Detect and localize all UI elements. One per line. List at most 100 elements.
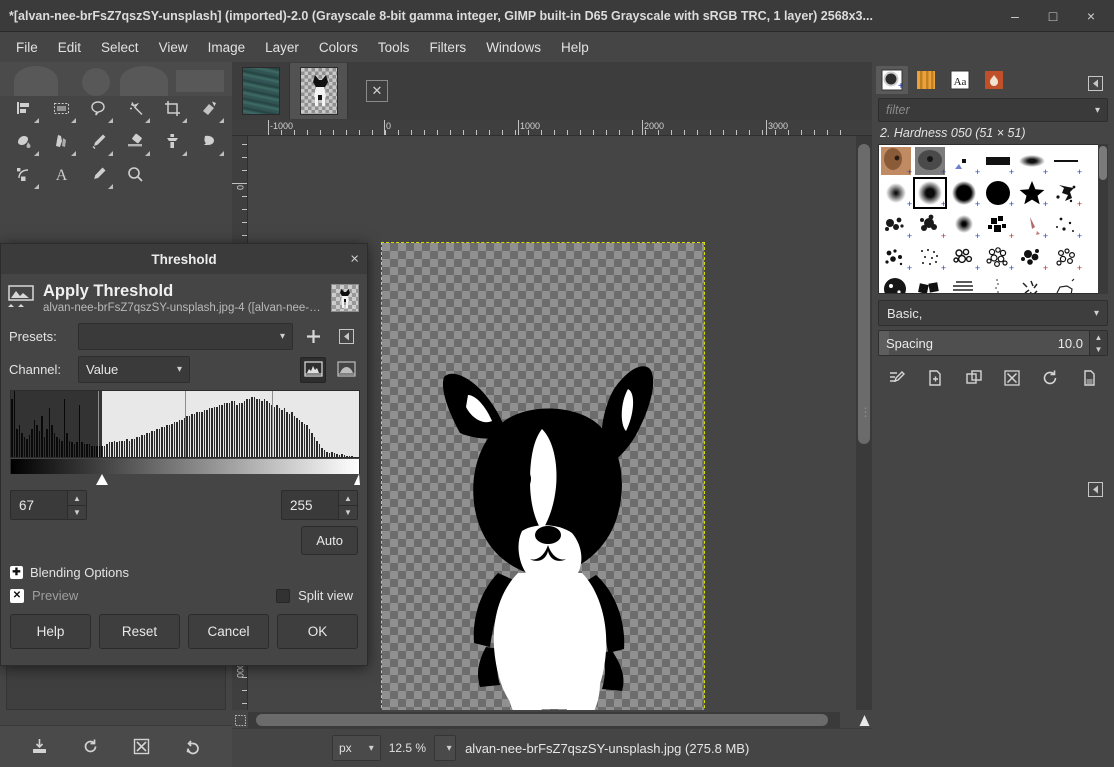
dock-menu-button[interactable] [1082, 70, 1108, 96]
canvas-image[interactable] [381, 242, 705, 710]
paths-tool[interactable] [6, 158, 43, 191]
menu-windows[interactable]: Windows [476, 36, 551, 59]
minimize-button[interactable]: – [996, 1, 1034, 31]
stepper-up-icon[interactable]: ▲ [68, 491, 86, 506]
transform-tool[interactable] [191, 92, 228, 125]
threshold-low-marker[interactable] [95, 474, 108, 486]
threshold-high-stepper[interactable]: ▲ ▼ [338, 491, 357, 520]
menu-layer[interactable]: Layer [255, 36, 309, 59]
dock-drag-handle[interactable]: ⋮ [860, 400, 872, 424]
menu-image[interactable]: Image [198, 36, 256, 59]
presets-selector[interactable]: ▾ [78, 323, 293, 351]
brush-spacing-slider[interactable]: Spacing 10.0 ▲ ▼ [878, 330, 1108, 356]
brush-cell[interactable]: + [879, 241, 913, 273]
spacing-stepper[interactable]: ▲ ▼ [1089, 331, 1107, 355]
brush-cell[interactable]: + [1049, 177, 1083, 209]
eraser-tool[interactable] [117, 125, 154, 158]
stepper-down-icon[interactable]: ▼ [339, 505, 357, 520]
edit-brush-button[interactable] [884, 365, 910, 391]
help-button[interactable]: Help [10, 614, 91, 650]
brush-cell[interactable] [947, 273, 981, 293]
dodge-burn-tool[interactable] [191, 125, 228, 158]
brush-cell[interactable]: + [947, 177, 981, 209]
water-image-thumbnail[interactable] [232, 63, 290, 119]
vertical-scroll-thumb[interactable] [858, 144, 870, 444]
brush-cell[interactable]: + [879, 177, 913, 209]
brush-cell[interactable]: + [913, 273, 947, 293]
reset-button[interactable]: Reset [99, 614, 180, 650]
logarithmic-histogram-button[interactable] [333, 357, 359, 383]
brush-cell[interactable]: + [1049, 241, 1083, 273]
brush-scroll-thumb[interactable] [1099, 146, 1107, 180]
threshold-low-input[interactable]: 67 ▲ ▼ [10, 490, 87, 521]
alignment-tool[interactable] [6, 92, 43, 125]
split-view-checkbox[interactable]: Split view [276, 588, 353, 603]
brush-cell[interactable]: + [947, 241, 981, 273]
threshold-dialog[interactable]: Threshold × Apply Threshold alvan-nee-br… [0, 243, 368, 666]
brush-cell[interactable]: + [981, 241, 1015, 273]
bucket-fill-tool[interactable] [6, 125, 43, 158]
brush-cell[interactable]: + [947, 145, 981, 177]
open-brush-as-image-button[interactable] [1076, 365, 1102, 391]
brush-cell[interactable]: + [981, 209, 1015, 241]
linear-histogram-button[interactable] [300, 356, 326, 383]
quick-mask-button[interactable] [232, 712, 248, 728]
stepper-down-icon[interactable]: ▼ [68, 505, 86, 520]
histogram[interactable] [10, 390, 360, 459]
fuzzy-select-tool[interactable] [117, 92, 154, 125]
preview-checkbox[interactable]: ✕ Preview [10, 588, 78, 603]
patterns-tab[interactable] [910, 66, 942, 94]
free-select-tool[interactable] [80, 92, 117, 125]
stepper-up-icon[interactable]: ▲ [339, 491, 357, 506]
smudge-tool[interactable] [43, 125, 80, 158]
brushes-tab[interactable]: + [876, 66, 908, 94]
delete-brush-button[interactable] [999, 365, 1025, 391]
menu-file[interactable]: File [6, 36, 48, 59]
unit-selector[interactable]: px ▾ [332, 735, 381, 761]
navigation-preview-button[interactable] [856, 712, 872, 728]
channel-selector[interactable]: Value ▾ [78, 356, 190, 384]
brush-cell[interactable]: + [1015, 209, 1049, 241]
text-tool[interactable]: A [43, 158, 80, 191]
brush-cell[interactable] [1049, 273, 1083, 293]
brush-cell[interactable] [879, 273, 913, 293]
restore-tool-preset-button[interactable] [79, 735, 102, 758]
delete-tool-preset-button[interactable] [130, 735, 153, 758]
new-brush-button[interactable] [922, 365, 948, 391]
brush-cell[interactable] [1015, 273, 1049, 293]
menu-select[interactable]: Select [91, 36, 149, 59]
horizontal-scrollbar[interactable] [248, 712, 840, 728]
ok-button[interactable]: OK [277, 614, 358, 650]
add-preset-button[interactable] [300, 324, 326, 350]
close-button[interactable]: × [1072, 1, 1110, 31]
layers-menu-button[interactable] [1082, 476, 1108, 502]
auto-button[interactable]: Auto [301, 526, 358, 556]
dialog-close-button[interactable]: × [350, 252, 359, 267]
fonts-tab[interactable]: Aa [944, 66, 976, 94]
brush-cell[interactable]: + [879, 209, 913, 241]
brush-cell[interactable] [981, 273, 1015, 293]
maximize-button[interactable]: □ [1034, 1, 1072, 31]
brush-cell[interactable]: + [947, 209, 981, 241]
document-history-tab[interactable] [978, 66, 1010, 94]
brush-cell[interactable]: + [1015, 145, 1049, 177]
menu-filters[interactable]: Filters [419, 36, 476, 59]
brush-cell[interactable]: + [981, 177, 1015, 209]
zoom-tool[interactable] [117, 158, 154, 191]
brush-cell[interactable]: + [913, 209, 947, 241]
refresh-brushes-button[interactable] [1037, 365, 1063, 391]
rectangle-select-tool[interactable] [43, 92, 80, 125]
cancel-button[interactable]: Cancel [188, 614, 269, 650]
brush-scrollbar[interactable] [1098, 144, 1108, 294]
brush-cell[interactable]: + [1049, 145, 1083, 177]
duplicate-brush-button[interactable] [961, 365, 987, 391]
menu-view[interactable]: View [149, 36, 198, 59]
brush-cell[interactable]: + [981, 145, 1015, 177]
zoom-value[interactable]: 12.5 % [386, 741, 429, 755]
brush-filter-input[interactable]: filter ▾ [878, 98, 1108, 122]
threshold-low-stepper[interactable]: ▲ ▼ [67, 491, 86, 520]
horizontal-ruler[interactable]: -1000 0 1000 2000 3000 [232, 120, 872, 136]
save-tool-preset-button[interactable] [28, 735, 51, 758]
crop-tool[interactable] [154, 92, 191, 125]
brush-cell[interactable]: + [1015, 241, 1049, 273]
